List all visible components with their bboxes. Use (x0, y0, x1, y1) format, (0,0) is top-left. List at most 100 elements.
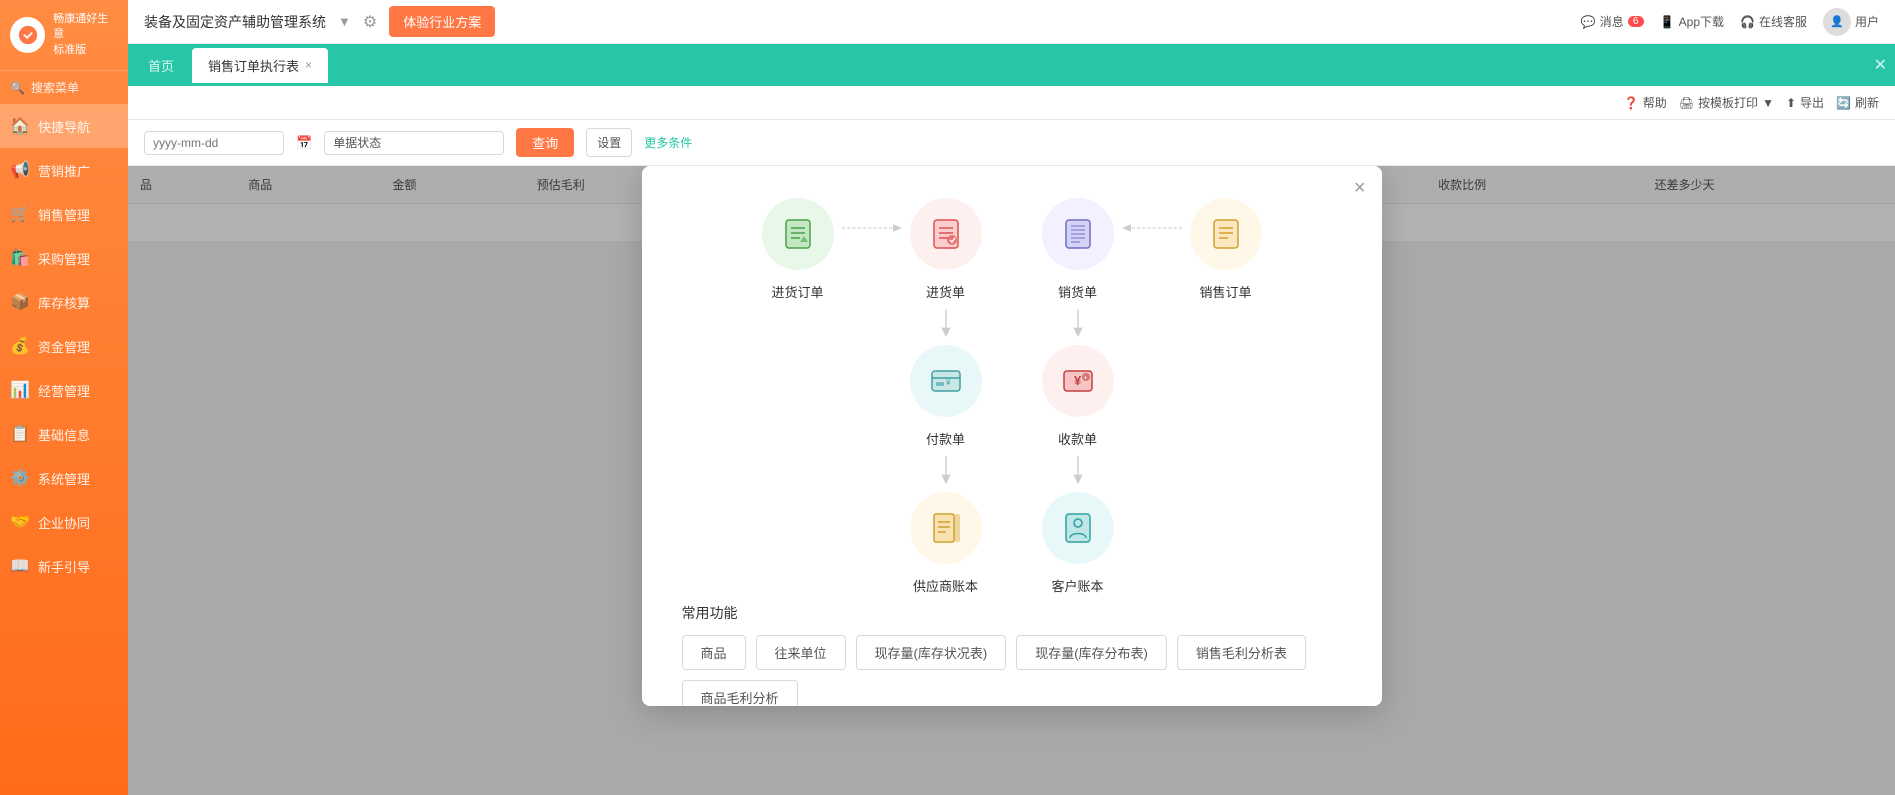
page-toolbar: ❓ 帮助 🖨 按模板打印 ▼ ⬆ 导出 🔄 刷新 (128, 86, 1895, 120)
settings-icon[interactable]: ⚙ (363, 12, 377, 32)
online-service-btn[interactable]: 🎧 在线客服 (1740, 13, 1807, 30)
supplier-ledger-label: 供应商账本 (913, 576, 978, 595)
func-btn-sales-gross[interactable]: 销售毛利分析表 (1177, 635, 1306, 670)
sidebar-item-guide-label: 新手引导 (38, 557, 90, 576)
flow-node-purchase-order[interactable]: 进货订单 (762, 198, 834, 301)
filter-settings-btn[interactable]: 设置 (586, 128, 632, 157)
flow-node-purchase-bill[interactable]: 进货单 (910, 198, 982, 301)
sidebar-item-enterprise-label: 企业协同 (38, 513, 90, 532)
svg-text:¥: ¥ (1074, 373, 1082, 388)
flow-node-payment[interactable]: ¥ 付款单 (910, 345, 982, 448)
more-conditions-btn[interactable]: 更多条件 (644, 134, 692, 151)
calendar-icon[interactable]: 📅 (296, 135, 312, 151)
finance-icon: 💰 (10, 336, 30, 356)
tab-close-all[interactable]: ✕ (1874, 55, 1887, 75)
flow-col-1: 进货订单 (762, 198, 834, 301)
content-area: 品 商品 金额 预估毛利 预估毛利率 订金 累计收款金额 收款比例 还差多少天 (128, 166, 1895, 795)
func-btn-inventory-dist[interactable]: 现存量(库存分布表) (1016, 635, 1167, 670)
page-inner: ❓ 帮助 🖨 按模板打印 ▼ ⬆ 导出 🔄 刷新 (128, 86, 1895, 795)
dropdown-arrow-icon[interactable]: ▼ (338, 14, 351, 29)
sidebar: 畅康通好生意 标准版 🔍 搜索菜单 🏠 快捷导航 📢 营销推广 🛒 销售管理 🛍… (0, 0, 128, 795)
customer-ledger-label: 客户账本 (1051, 576, 1103, 595)
sales-order-circle (1190, 198, 1262, 270)
guide-close-btn[interactable]: × (1354, 178, 1366, 198)
purchase-bill-label: 进货单 (926, 282, 965, 301)
sidebar-item-finance[interactable]: 💰 资金管理 (0, 324, 128, 368)
template-print-label: 按模板打印 (1698, 94, 1758, 111)
sidebar-item-purchase[interactable]: 🛍️ 采购管理 (0, 236, 128, 280)
func-btn-product[interactable]: 商品 (682, 635, 746, 670)
flow-col-4: 销售订单 (1190, 198, 1262, 301)
tab-home-label: 首页 (148, 56, 174, 75)
query-btn[interactable]: 查询 (516, 128, 574, 157)
sidebar-item-marketing[interactable]: 📢 营销推广 (0, 148, 128, 192)
flow-col-3: 销货单 (1042, 198, 1114, 595)
basic-icon: 📋 (10, 424, 30, 444)
flow-node-receipt[interactable]: ¥ + 收款单 (1042, 345, 1114, 448)
sidebar-item-system-label: 系统管理 (38, 469, 90, 488)
sidebar-item-quick[interactable]: 🏠 快捷导航 (0, 104, 128, 148)
tab-close-icon[interactable]: × (305, 58, 312, 72)
sidebar-search[interactable]: 🔍 搜索菜单 (0, 71, 128, 104)
arrow-purchase-to-bill (834, 218, 910, 238)
flow-col-2: 进货单 (910, 198, 982, 595)
flow-node-supplier-ledger[interactable]: 供应商账本 (910, 492, 982, 595)
tab-home[interactable]: 首页 (132, 48, 190, 83)
tab-sales-execution-label: 销售订单执行表 (208, 56, 299, 75)
export-btn[interactable]: ⬆ 导出 (1786, 94, 1824, 111)
refresh-btn[interactable]: 🔄 刷新 (1836, 94, 1879, 111)
sidebar-item-enterprise[interactable]: 🤝 企业协同 (0, 500, 128, 544)
arrow-payment-down (936, 448, 956, 492)
avatar: 👤 (1823, 8, 1851, 36)
sidebar-item-sales[interactable]: 🛒 销售管理 (0, 192, 128, 236)
sidebar-logo: 畅康通好生意 标准版 (0, 0, 128, 71)
receipt-label: 收款单 (1058, 429, 1097, 448)
sidebar-item-operations[interactable]: 📊 经营管理 (0, 368, 128, 412)
quick-guide-overlay[interactable]: × (128, 166, 1895, 795)
func-btn-partner[interactable]: 往来单位 (756, 635, 846, 670)
payment-circle: ¥ (910, 345, 982, 417)
sidebar-item-basic[interactable]: 📋 基础信息 (0, 412, 128, 456)
message-btn[interactable]: 💬 消息 6 (1581, 13, 1644, 30)
arrow-purchase-bill-down (936, 301, 956, 345)
sidebar-item-inventory-label: 库存核算 (38, 293, 90, 312)
date-start-input[interactable] (144, 131, 284, 155)
sidebar-item-sales-label: 销售管理 (38, 205, 90, 224)
filter-bar: 📅 单据状态 查询 设置 更多条件 (128, 120, 1895, 166)
func-btn-inventory-status[interactable]: 现存量(库存状况表) (856, 635, 1007, 670)
app-download-btn[interactable]: 📱 App下载 (1660, 13, 1724, 30)
order-status-select[interactable]: 单据状态 (324, 131, 504, 155)
flow-diagram: 进货订单 (682, 198, 1342, 595)
export-label: 导出 (1800, 94, 1824, 111)
operations-icon: 📊 (10, 380, 30, 400)
inventory-icon: 📦 (10, 292, 30, 312)
guide-icon: 📖 (10, 556, 30, 576)
func-btn-product-gross[interactable]: 商品毛利分析 (682, 680, 798, 706)
message-label: 消息 (1600, 13, 1624, 30)
arrow-receipt-down (1068, 448, 1088, 492)
flow-node-sales-bill[interactable]: 销货单 (1042, 198, 1114, 301)
sidebar-item-purchase-label: 采购管理 (38, 249, 90, 268)
flow-node-customer-ledger[interactable]: 客户账本 (1042, 492, 1114, 595)
try-btn[interactable]: 体验行业方案 (389, 6, 495, 37)
system-title: 装备及固定资产辅助管理系统 (144, 12, 326, 32)
common-functions: 常用功能 商品 往来单位 现存量(库存状况表) 现存量(库存分布表) 销售毛利分… (682, 603, 1342, 706)
header-actions: 💬 消息 6 📱 App下载 🎧 在线客服 👤 用户 (1581, 8, 1879, 36)
sales-icon: 🛒 (10, 204, 30, 224)
sidebar-item-inventory[interactable]: 📦 库存核算 (0, 280, 128, 324)
enterprise-icon: 🤝 (10, 512, 30, 532)
template-print-btn[interactable]: 🖨 按模板打印 ▼ (1679, 94, 1774, 111)
help-btn[interactable]: ❓ 帮助 (1624, 94, 1667, 111)
customer-ledger-circle (1042, 492, 1114, 564)
sales-bill-label: 销货单 (1058, 282, 1097, 301)
user-label: 用户 (1855, 13, 1879, 30)
user-btn[interactable]: 👤 用户 (1823, 8, 1879, 36)
sales-order-label: 销售订单 (1199, 282, 1251, 301)
print-icon: 🖨 (1679, 96, 1694, 110)
sidebar-item-system[interactable]: ⚙️ 系统管理 (0, 456, 128, 500)
flow-node-sales-order[interactable]: 销售订单 (1190, 198, 1262, 301)
toolbar-right: ❓ 帮助 🖨 按模板打印 ▼ ⬆ 导出 🔄 刷新 (1624, 94, 1879, 111)
sidebar-item-guide[interactable]: 📖 新手引导 (0, 544, 128, 588)
tab-sales-execution[interactable]: 销售订单执行表 × (192, 48, 328, 83)
top-header: 装备及固定资产辅助管理系统 ▼ ⚙ 体验行业方案 💬 消息 6 📱 App下载 … (128, 0, 1895, 44)
